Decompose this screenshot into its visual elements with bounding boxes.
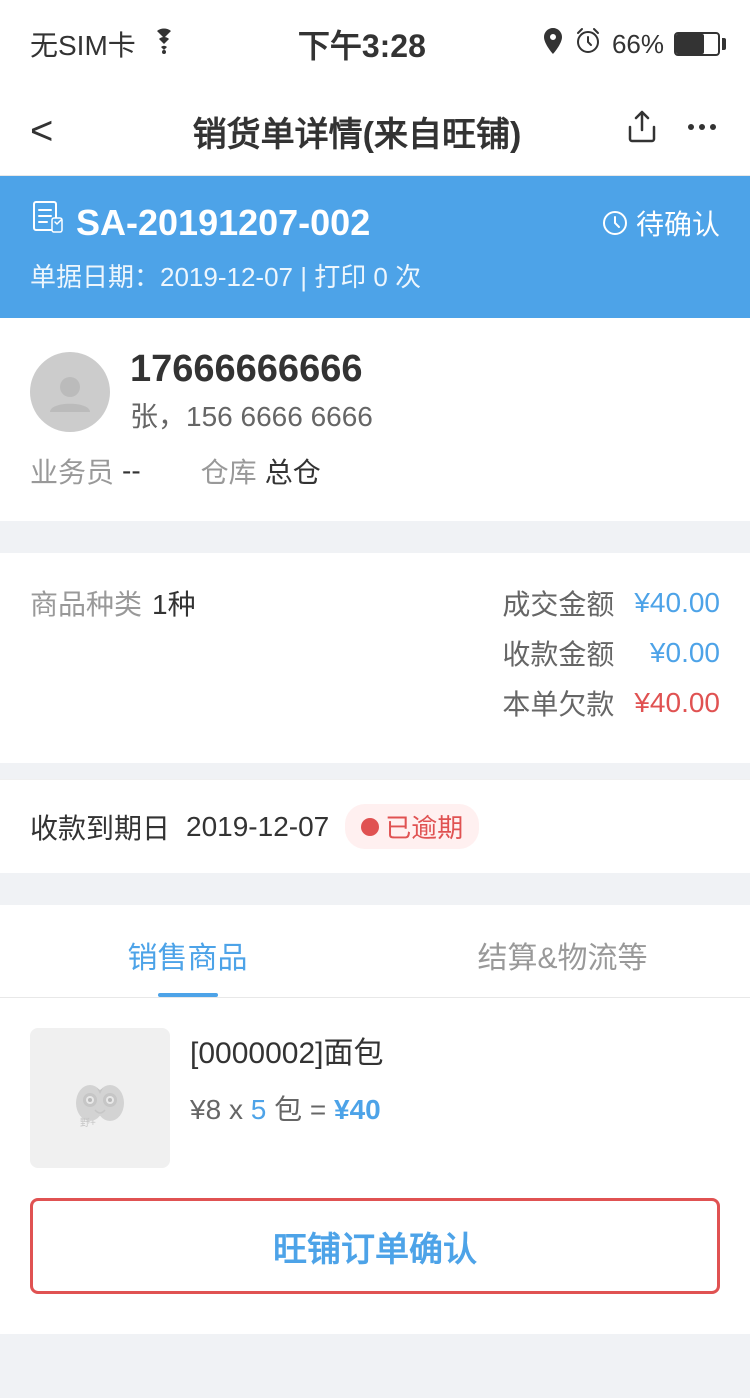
due-section: 收款到期日 2019-12-07 已逾期 xyxy=(0,779,750,873)
due-date-label: 收款到期日 xyxy=(30,807,170,847)
customer-meta: 业务员 -- 仓库 总仓 xyxy=(30,451,720,491)
product-unit: 包 xyxy=(274,1094,302,1125)
product-type-item: 商品种类 1种 xyxy=(30,583,196,623)
summary-right: 成交金额 ¥40.00 收款金额 ¥0.00 本单欠款 ¥40.00 xyxy=(502,583,720,733)
summary-section: 商品种类 1种 成交金额 ¥40.00 收款金额 ¥0.00 本单欠款 ¥40.… xyxy=(0,553,750,763)
customer-name: 张，156 6666 6666 xyxy=(130,395,373,435)
balance-value: ¥40.00 xyxy=(634,687,720,719)
order-status-text: 待确认 xyxy=(636,203,720,243)
avatar xyxy=(30,352,110,432)
product-info: [0000002]面包 ¥8 x 5 包 = ¥40 xyxy=(190,1028,720,1128)
salesperson-value: -- xyxy=(122,455,141,487)
nav-actions xyxy=(624,109,720,154)
order-id: SA-20191207-002 xyxy=(30,200,370,245)
balance-label: 本单欠款 xyxy=(502,683,614,723)
location-icon xyxy=(542,27,564,62)
order-status-badge: 待确认 xyxy=(602,203,720,243)
received-amount-value: ¥0.00 xyxy=(650,637,720,669)
more-icon[interactable] xyxy=(684,109,720,154)
status-right: 66% xyxy=(542,27,720,62)
carrier-text: 无SIM卡 xyxy=(30,24,136,64)
product-thumbnail: 野+ xyxy=(30,1028,170,1168)
transaction-amount-label: 成交金额 xyxy=(502,583,614,623)
overdue-dot xyxy=(361,818,379,836)
divider-1 xyxy=(0,537,750,553)
customer-info: 17666666666 张，156 6666 6666 xyxy=(130,348,373,435)
product-type-value: 1种 xyxy=(152,583,196,623)
back-button[interactable]: < xyxy=(30,109,90,154)
order-date: 单据日期：2019-12-07 | 打印 0 次 xyxy=(30,257,720,294)
product-unit-price: ¥8 xyxy=(190,1094,221,1125)
transaction-amount-value: ¥40.00 xyxy=(634,587,720,619)
battery-icon xyxy=(674,32,720,56)
status-bar: 无SIM卡 下午3:28 66% xyxy=(0,0,750,88)
warehouse-item: 仓库 总仓 xyxy=(201,451,321,491)
tabs-section: 销售商品 结算&物流等 野+ xyxy=(0,905,750,1198)
customer-section: 17666666666 张，156 6666 6666 业务员 -- 仓库 总仓 xyxy=(0,318,750,521)
confirm-button-label: 旺铺订单确认 xyxy=(273,1222,477,1271)
received-amount-row: 收款金额 ¥0.00 xyxy=(502,633,720,673)
product-multiply: x xyxy=(229,1094,251,1125)
overdue-badge: 已逾期 xyxy=(345,804,479,849)
balance-row: 本单欠款 ¥40.00 xyxy=(502,683,720,723)
status-time: 下午3:28 xyxy=(298,21,426,67)
status-left: 无SIM卡 xyxy=(30,24,182,64)
share-icon[interactable] xyxy=(624,109,660,154)
confirm-button[interactable]: 旺铺订单确认 xyxy=(30,1198,720,1294)
invoice-icon xyxy=(30,200,66,245)
salesperson-label: 业务员 xyxy=(30,451,114,491)
customer-phone: 17666666666 xyxy=(130,348,373,391)
product-qty: 5 xyxy=(251,1094,267,1125)
product-name: [0000002]面包 xyxy=(190,1028,720,1072)
alarm-icon xyxy=(574,27,602,62)
salesperson-item: 业务员 -- xyxy=(30,451,141,491)
battery-percent: 66% xyxy=(612,29,664,60)
tab-settlement-label: 结算&物流等 xyxy=(477,942,647,975)
warehouse-label: 仓库 xyxy=(201,451,257,491)
tab-sales-products[interactable]: 销售商品 xyxy=(0,905,375,997)
order-header-card: SA-20191207-002 待确认 单据日期：2019-12-07 | 打印… xyxy=(0,176,750,318)
svg-text:野+: 野+ xyxy=(80,1117,96,1129)
product-list: 野+ [0000002]面包 ¥8 x 5 包 = ¥40 xyxy=(0,998,750,1198)
tab-sales-products-label: 销售商品 xyxy=(128,942,248,975)
overdue-text: 已逾期 xyxy=(385,808,463,845)
product-item: 野+ [0000002]面包 ¥8 x 5 包 = ¥40 xyxy=(30,1028,720,1168)
product-total: ¥40 xyxy=(334,1094,381,1125)
transaction-amount-row: 成交金额 ¥40.00 xyxy=(502,583,720,623)
tabs-header: 销售商品 结算&物流等 xyxy=(0,905,750,998)
tab-settlement[interactable]: 结算&物流等 xyxy=(375,905,750,997)
due-date-value: 2019-12-07 xyxy=(186,811,329,843)
divider-2 xyxy=(0,873,750,889)
received-amount-label: 收款金额 xyxy=(502,633,614,673)
product-type-label: 商品种类 xyxy=(30,583,142,623)
wifi-icon xyxy=(146,28,182,61)
bottom-bar: 旺铺订单确认 xyxy=(0,1178,750,1334)
product-price: ¥8 x 5 包 = ¥40 xyxy=(190,1088,720,1128)
warehouse-value: 总仓 xyxy=(265,451,321,491)
product-equals: = xyxy=(310,1094,334,1125)
summary-left: 商品种类 1种 xyxy=(30,583,196,623)
page-title: 销货单详情(来自旺铺) xyxy=(193,107,522,156)
nav-bar: < 销货单详情(来自旺铺) xyxy=(0,88,750,176)
